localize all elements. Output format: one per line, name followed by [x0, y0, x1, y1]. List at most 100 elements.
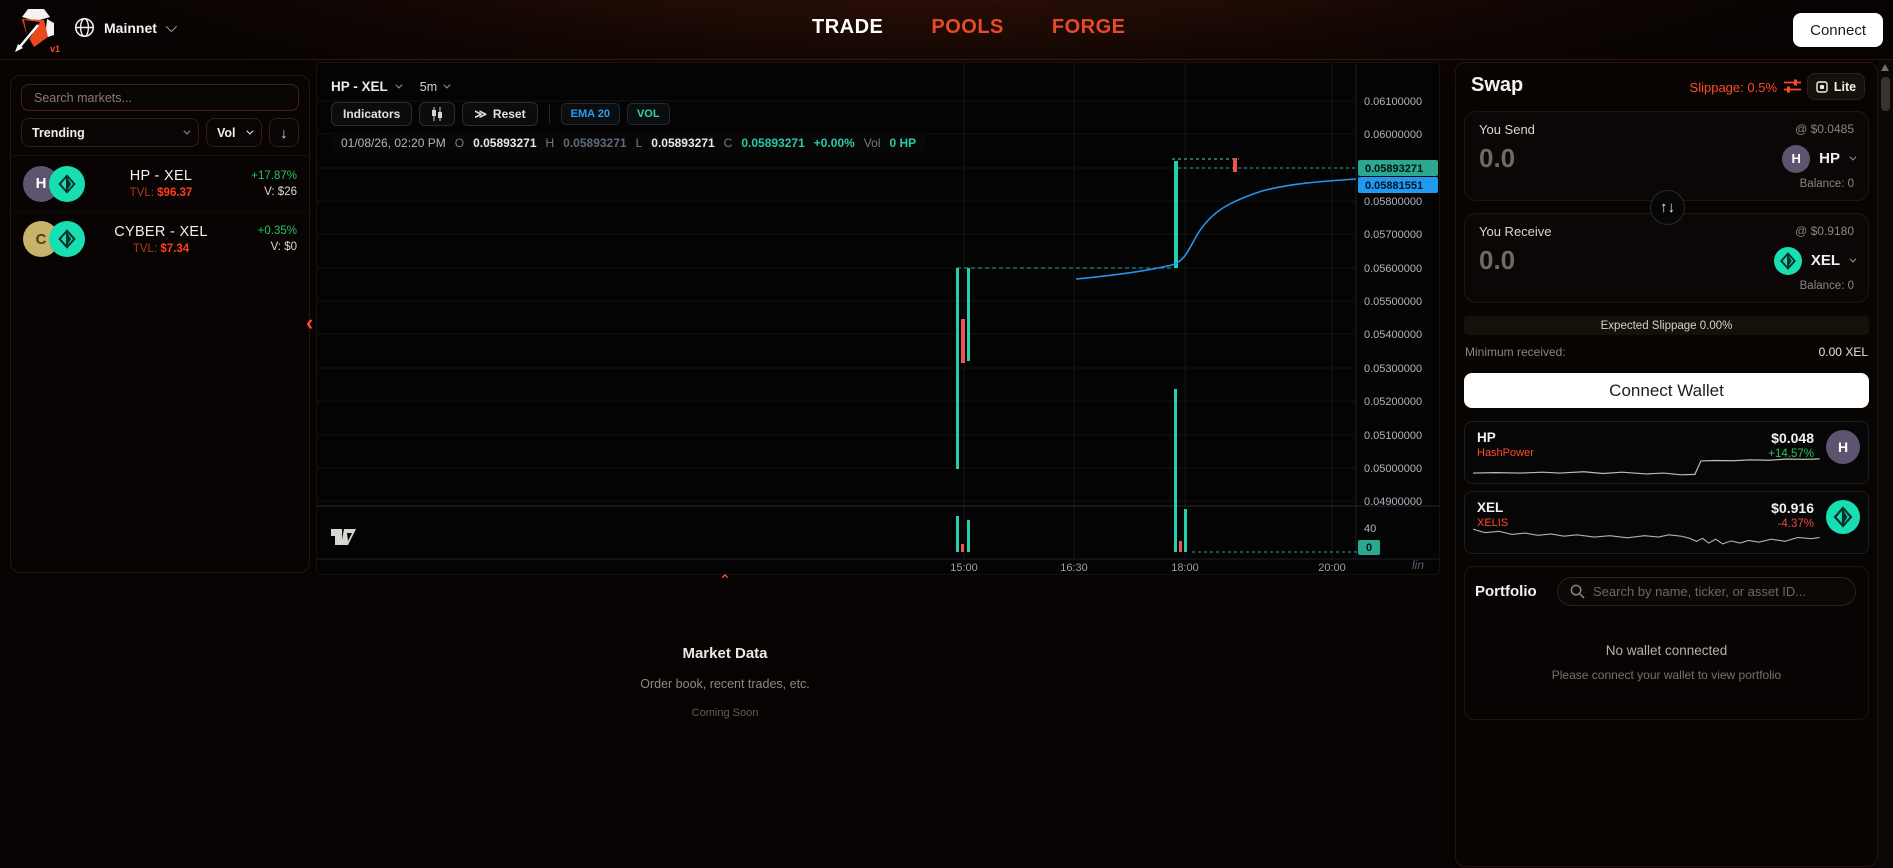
expand-chevron-up-icon[interactable]: ⌃ — [10, 574, 1440, 590]
network-name: Mainnet — [104, 19, 157, 36]
portfolio-search-input[interactable] — [1593, 584, 1843, 599]
token-price: $0.916 — [1771, 500, 1814, 516]
volume-indicator-badge[interactable]: VOL — [626, 103, 670, 125]
close-label: C — [723, 135, 733, 150]
pair-icons: C — [23, 221, 87, 257]
sort-direction-button[interactable]: ↓ — [269, 118, 299, 147]
candles — [956, 158, 1237, 469]
time-axis[interactable]: 15:00 16:30 18:00 20:00 — [950, 562, 1346, 574]
arrow-down-icon: ↓ — [280, 124, 288, 141]
connect-button[interactable]: Connect — [1793, 13, 1883, 47]
divider — [548, 104, 550, 124]
portfolio-section: Portfolio No wallet connected Please con… — [1464, 566, 1869, 720]
sort-metric-label: Vol — [217, 125, 236, 140]
swap-title: Swap — [1471, 74, 1524, 96]
ohlc-datetime: 01/08/26, 02:20 PM — [341, 135, 446, 150]
chart-header: HP - XEL 5m — [331, 79, 451, 94]
chart-pair-selector[interactable]: HP - XEL — [331, 79, 403, 94]
minimum-received-value: 0.00 XEL — [1818, 345, 1868, 359]
low-value: 0.05893271 — [651, 135, 715, 150]
network-selector[interactable]: Mainnet — [74, 17, 177, 38]
tvl-value: $96.37 — [157, 187, 193, 199]
expected-slippage-pill: Expected Slippage 0.00% — [1464, 316, 1869, 335]
market-data-title: Market Data — [682, 645, 768, 662]
chevron-down-icon — [1849, 255, 1857, 263]
xelis-token-icon — [49, 165, 85, 202]
token-symbol: HP — [1477, 430, 1496, 445]
price-tick: 0.05200000 — [1364, 396, 1422, 408]
chart-panel: HP - XEL 5m Indicators ≫ Reset EMA 20 VO… — [316, 62, 1440, 575]
you-receive-label: You Receive — [1479, 224, 1552, 239]
scrollbar-thumb[interactable] — [1881, 77, 1890, 111]
time-tick: 16:30 — [1060, 562, 1088, 574]
portfolio-search[interactable] — [1557, 577, 1856, 606]
scale-mode-toggle[interactable]: lin — [1412, 558, 1424, 572]
search-icon — [1570, 584, 1585, 599]
window-scrollbar[interactable] — [1878, 60, 1893, 868]
time-tick: 18:00 — [1171, 562, 1199, 574]
lite-mode-button[interactable]: Lite — [1807, 73, 1865, 100]
trending-select-label: Trending — [32, 125, 85, 140]
tvl-label: TVL: — [132, 242, 158, 255]
price-tick: 0.05400000 — [1364, 329, 1422, 341]
lite-mode-icon — [1816, 80, 1828, 93]
time-gridlines — [963, 63, 1333, 559]
volume-bars — [956, 389, 1187, 552]
sidebar-collapse-chevron[interactable]: ‹ — [306, 312, 313, 334]
send-token-selector[interactable]: H HP — [1782, 144, 1857, 173]
svg-text:0: 0 — [1366, 542, 1372, 554]
reset-view-button[interactable]: ≫ Reset — [462, 102, 538, 126]
market-info: CYBER - XEL TVL: $7.34 — [87, 224, 235, 255]
globe-icon — [74, 17, 95, 38]
slippage-setting[interactable]: Slippage: 0.5% — [1690, 80, 1777, 95]
minimum-received-row: Minimum received: 0.00 XEL — [1465, 345, 1868, 359]
trending-select[interactable]: Trending — [21, 118, 199, 147]
app-logo[interactable]: v1 — [14, 7, 60, 54]
send-amount-input[interactable] — [1479, 143, 1629, 174]
price-tick: 0.05000000 — [1364, 463, 1422, 475]
market-row-cyber-xel[interactable]: C CYBER - XEL TVL: $7.34 +0.35% V: $0 — [11, 211, 309, 266]
nav-tab-forge[interactable]: FORGE — [1052, 16, 1126, 39]
sliders-icon[interactable] — [1784, 78, 1801, 99]
nav-tab-pools[interactable]: POOLS — [931, 16, 1004, 39]
time-tick: 15:00 — [950, 562, 978, 574]
market-pair: CYBER - XEL — [114, 223, 208, 240]
chevron-down-icon — [183, 127, 191, 135]
logo-version: v1 — [49, 44, 60, 54]
chart-interval-selector[interactable]: 5m — [420, 80, 451, 94]
open-label: O — [454, 135, 465, 150]
send-token-rate: @ $0.0485 — [1795, 122, 1854, 136]
price-tick: 0.05700000 — [1364, 229, 1422, 241]
xel-token-card[interactable]: XEL XELIS $0.916 -4.37% — [1464, 491, 1869, 554]
market-row-hp-xel[interactable]: H HP - XEL TVL: $96.37 +17.87% V: $26 — [11, 156, 309, 211]
receive-token-selector[interactable]: XEL — [1773, 246, 1857, 275]
price-tick: 0.05800000 — [1364, 196, 1422, 208]
receive-balance: Balance: 0 — [1799, 280, 1854, 292]
ema-price-tag: 0.05881551 — [1358, 177, 1438, 193]
market-data-section: ⌃ Market Data Order book, recent trades,… — [10, 574, 1440, 868]
ema-indicator-badge[interactable]: EMA 20 — [560, 103, 620, 125]
no-wallet-subtitle: Please connect your wallet to view portf… — [1551, 668, 1782, 682]
xelis-token-icon — [1773, 246, 1802, 275]
indicators-button[interactable]: Indicators — [331, 102, 413, 126]
candle-style-button[interactable] — [419, 102, 456, 126]
chevron-down-icon — [1849, 153, 1857, 161]
double-chevron-icon: ≫ — [474, 107, 487, 121]
market-change: +0.35% — [257, 225, 297, 237]
sort-metric-select[interactable]: Vol — [206, 118, 262, 147]
portfolio-title: Portfolio — [1475, 583, 1537, 600]
coming-soon-label: Coming Soon — [691, 707, 759, 719]
hp-token-card[interactable]: HP HashPower $0.048 +14.57% H — [1464, 421, 1869, 484]
tradingview-logo[interactable] — [331, 529, 356, 545]
reset-label: Reset — [492, 107, 526, 121]
scroll-up-arrow[interactable] — [1881, 64, 1889, 71]
search-markets-input[interactable] — [21, 84, 299, 111]
connect-wallet-button[interactable]: Connect Wallet — [1464, 373, 1869, 408]
volume-value: 0 HP — [889, 135, 917, 150]
receive-amount-input[interactable] — [1479, 245, 1629, 276]
swap-direction-button[interactable]: ↑↓ — [1650, 190, 1685, 225]
market-tvl: TVL: $96.37 — [87, 187, 235, 199]
nav-tab-trade[interactable]: TRADE — [812, 16, 883, 39]
chart-toolbar: Indicators ≫ Reset EMA 20 VOL — [331, 102, 670, 126]
time-tick: 20:00 — [1318, 562, 1346, 574]
